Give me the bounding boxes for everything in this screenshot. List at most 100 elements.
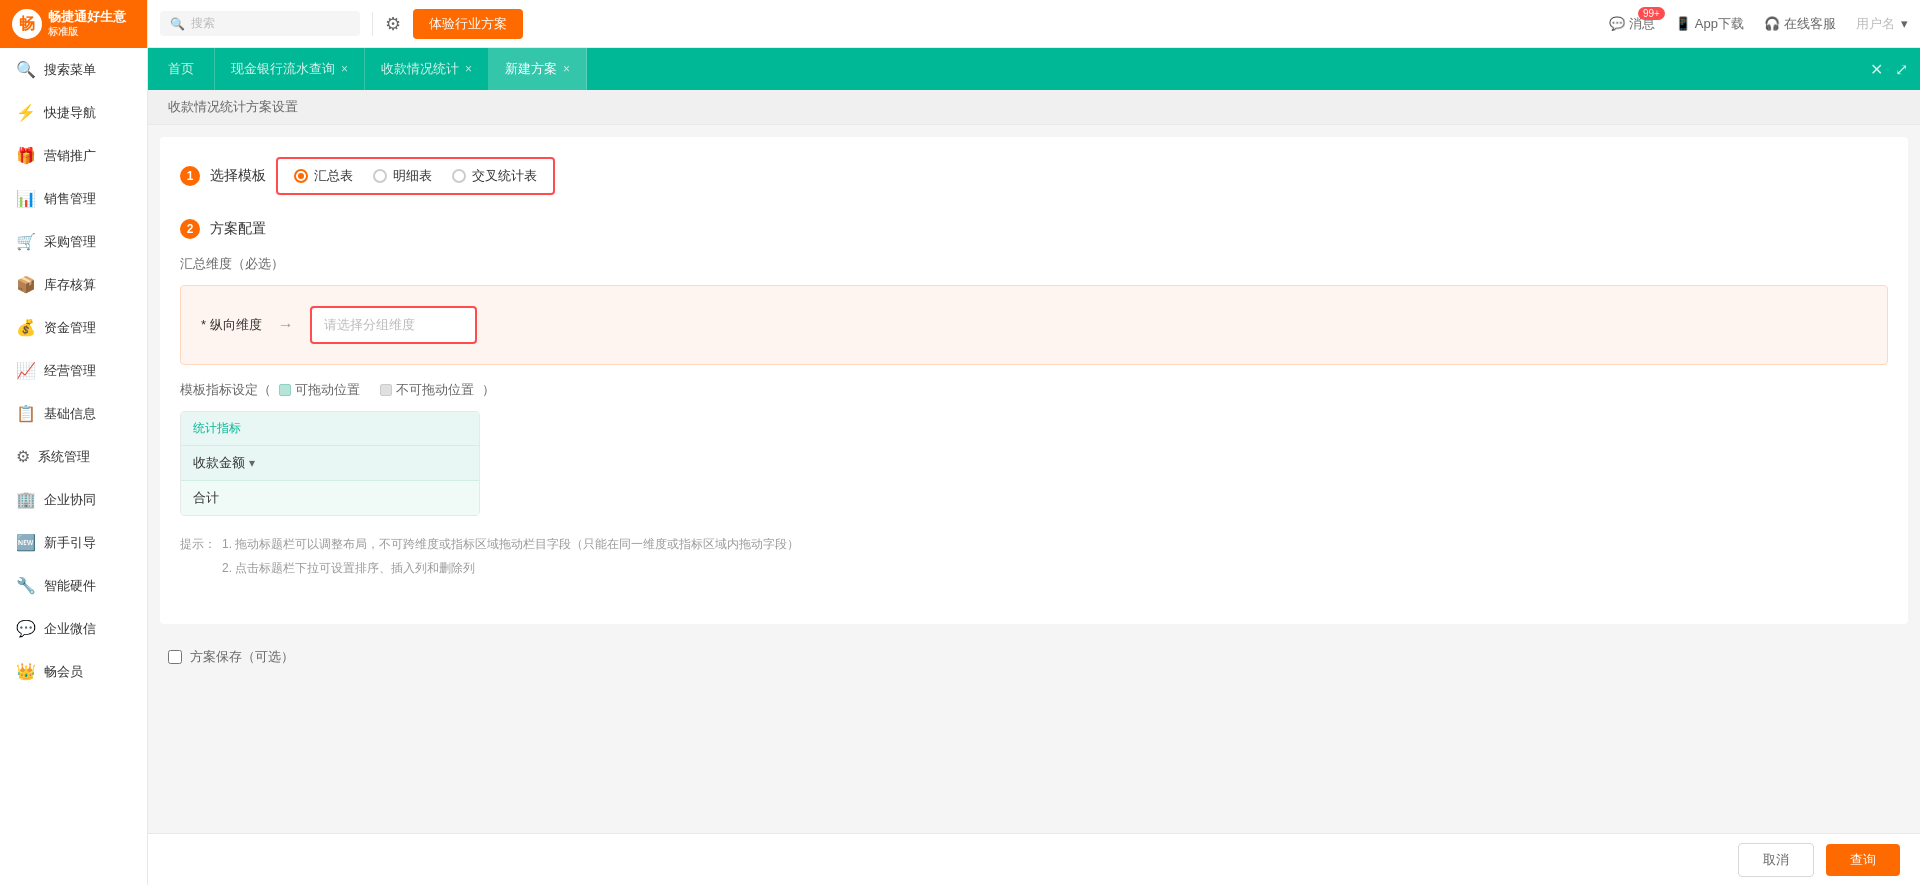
app-edition: 标准版 xyxy=(48,25,126,39)
sidebar-item-guide[interactable]: 🆕 新手引导 xyxy=(0,521,147,564)
sidebar: 畅 畅捷通好生意 标准版 🔍 搜索菜单 ⚡ 快捷导航 🎁 营销推广 📊 销售管理… xyxy=(0,0,148,885)
user-area[interactable]: 用户名 ▾ xyxy=(1856,15,1908,33)
step1-title: 选择模板 xyxy=(210,167,266,185)
save-label: 方案保存（可选） xyxy=(190,648,294,666)
sidebar-label: 企业协同 xyxy=(44,491,96,509)
corp-icon: 🏢 xyxy=(16,490,36,509)
sidebar-label: 新手引导 xyxy=(44,534,96,552)
radio-crosstab-label: 交叉统计表 xyxy=(472,167,537,185)
tabbar: 首页 现金银行流水查询 × 收款情况统计 × 新建方案 × ✕ ⤢ xyxy=(148,48,1920,90)
quick-nav-icon: ⚡ xyxy=(16,103,36,122)
save-checkbox[interactable] xyxy=(168,650,182,664)
settings-icon[interactable]: ⚙ xyxy=(385,13,401,35)
sidebar-label: 畅会员 xyxy=(44,663,83,681)
sidebar-item-inventory[interactable]: 📦 库存核算 xyxy=(0,263,147,306)
tab-receipt-stats-label: 收款情况统计 xyxy=(381,60,459,78)
config-section: 汇总维度（必选） 纵向维度 → 请选择分组维度 模板指 xyxy=(180,255,1888,580)
chevron-down-icon: ▾ xyxy=(1901,16,1908,31)
search-icon: 🔍 xyxy=(170,17,185,31)
sidebar-logo: 畅 畅捷通好生意 标准版 xyxy=(0,0,147,48)
sidebar-item-search-menu[interactable]: 🔍 搜索菜单 xyxy=(0,48,147,91)
close-new-plan-icon[interactable]: × xyxy=(563,62,570,76)
sidebar-item-basic[interactable]: 📋 基础信息 xyxy=(0,392,147,435)
radio-detail-label: 明细表 xyxy=(393,167,432,185)
tip2-text: 2. 点击标题栏下拉可设置排序、插入列和删除列 xyxy=(222,556,475,580)
sidebar-label: 企业微信 xyxy=(44,620,96,638)
query-button[interactable]: 查询 xyxy=(1826,844,1900,876)
sidebar-label: 经营管理 xyxy=(44,362,96,380)
step2-number: 2 xyxy=(180,219,200,239)
sidebar-item-member[interactable]: 👑 畅会员 xyxy=(0,650,147,693)
close-window-icon[interactable]: ✕ xyxy=(1870,60,1883,79)
notify-button[interactable]: 💬 消息 99+ xyxy=(1609,15,1655,33)
tab-home[interactable]: 首页 xyxy=(148,48,215,90)
download-icon: 📱 xyxy=(1675,16,1691,31)
sidebar-item-purchase[interactable]: 🛒 采购管理 xyxy=(0,220,147,263)
metrics-dropdown-arrow[interactable]: ▾ xyxy=(249,456,255,470)
topbar: 🔍 搜索 ⚙ 体验行业方案 💬 消息 99+ 📱 App下载 🎧 在线客服 用户… xyxy=(148,0,1920,48)
sidebar-item-marketing[interactable]: 🎁 营销推广 xyxy=(0,134,147,177)
sidebar-item-corp[interactable]: 🏢 企业协同 xyxy=(0,478,147,521)
trial-button[interactable]: 体验行业方案 xyxy=(413,9,523,39)
dimension-select[interactable]: 请选择分组维度 xyxy=(310,306,477,344)
close-bank-flow-icon[interactable]: × xyxy=(341,62,348,76)
stats-group-header: 统计指标 xyxy=(181,412,479,445)
draggable-badge: 可拖动位置 xyxy=(279,381,360,399)
tab-receipt-stats[interactable]: 收款情况统计 × xyxy=(365,48,489,90)
sales-icon: 📊 xyxy=(16,189,36,208)
metrics-amount-label: 收款金额 xyxy=(193,454,245,472)
online-service-button[interactable]: 🎧 在线客服 xyxy=(1764,15,1836,33)
template-options: 汇总表 明细表 交叉统计表 xyxy=(276,157,555,195)
cancel-button[interactable]: 取消 xyxy=(1738,843,1814,877)
sidebar-label: 基础信息 xyxy=(44,405,96,423)
app-download-label: App下载 xyxy=(1695,15,1744,33)
radio-crosstab[interactable]: 交叉统计表 xyxy=(452,167,537,185)
service-icon: 🎧 xyxy=(1764,16,1780,31)
search-box[interactable]: 🔍 搜索 xyxy=(160,11,360,36)
step2-section: 2 方案配置 汇总维度（必选） 纵向维度 → 请选择分组维度 xyxy=(180,219,1888,580)
form-area: 1 选择模板 汇总表 明细表 xyxy=(160,137,1908,624)
sidebar-label: 销售管理 xyxy=(44,190,96,208)
search-menu-icon: 🔍 xyxy=(16,60,36,79)
sidebar-item-operation[interactable]: 📈 经营管理 xyxy=(0,349,147,392)
sidebar-item-system[interactable]: ⚙ 系统管理 xyxy=(0,435,147,478)
purchase-icon: 🛒 xyxy=(16,232,36,251)
radio-summary-label: 汇总表 xyxy=(314,167,353,185)
wechat-icon: 💬 xyxy=(16,619,36,638)
radio-summary-circle xyxy=(294,169,308,183)
app-download-button[interactable]: 📱 App下载 xyxy=(1675,15,1744,33)
user-name: 用户名 xyxy=(1856,15,1895,33)
metrics-cell-amount[interactable]: 收款金额 ▾ xyxy=(181,446,321,480)
non-draggable-dot xyxy=(380,384,392,396)
radio-detail-circle xyxy=(373,169,387,183)
tip-title: 提示： xyxy=(180,532,216,556)
message-icon: 💬 xyxy=(1609,16,1625,31)
close-receipt-stats-icon[interactable]: × xyxy=(465,62,472,76)
main-area: 🔍 搜索 ⚙ 体验行业方案 💬 消息 99+ 📱 App下载 🎧 在线客服 用户… xyxy=(148,0,1920,885)
radio-detail[interactable]: 明细表 xyxy=(373,167,432,185)
sidebar-item-wechat[interactable]: 💬 企业微信 xyxy=(0,607,147,650)
inventory-icon: 📦 xyxy=(16,275,36,294)
step2-title: 方案配置 xyxy=(210,220,266,238)
search-placeholder: 搜索 xyxy=(191,15,215,32)
sidebar-label: 智能硬件 xyxy=(44,577,96,595)
sidebar-item-sales[interactable]: 📊 销售管理 xyxy=(0,177,147,220)
metrics-table: 统计指标 收款金额 ▾ 合计 xyxy=(180,411,480,516)
dimension-title: 汇总维度（必选） xyxy=(180,255,1888,273)
sidebar-label: 快捷导航 xyxy=(44,104,96,122)
tabbar-actions: ✕ ⤢ xyxy=(1858,48,1920,90)
app-name: 畅捷通好生意 xyxy=(48,9,126,25)
member-icon: 👑 xyxy=(16,662,36,681)
expand-window-icon[interactable]: ⤢ xyxy=(1895,60,1908,79)
sidebar-label: 系统管理 xyxy=(38,448,90,466)
sidebar-item-quick-nav[interactable]: ⚡ 快捷导航 xyxy=(0,91,147,134)
system-icon: ⚙ xyxy=(16,447,30,466)
metrics-label: 模板指标设定（ 可拖动位置 不可拖动位置 ） xyxy=(180,381,1888,399)
tab-bank-flow[interactable]: 现金银行流水查询 × xyxy=(215,48,365,90)
step2-header: 2 方案配置 xyxy=(180,219,1888,239)
service-label: 在线客服 xyxy=(1784,15,1836,33)
sidebar-item-finance[interactable]: 💰 资金管理 xyxy=(0,306,147,349)
radio-summary[interactable]: 汇总表 xyxy=(294,167,353,185)
tab-new-plan[interactable]: 新建方案 × xyxy=(489,48,587,90)
sidebar-item-hardware[interactable]: 🔧 智能硬件 xyxy=(0,564,147,607)
